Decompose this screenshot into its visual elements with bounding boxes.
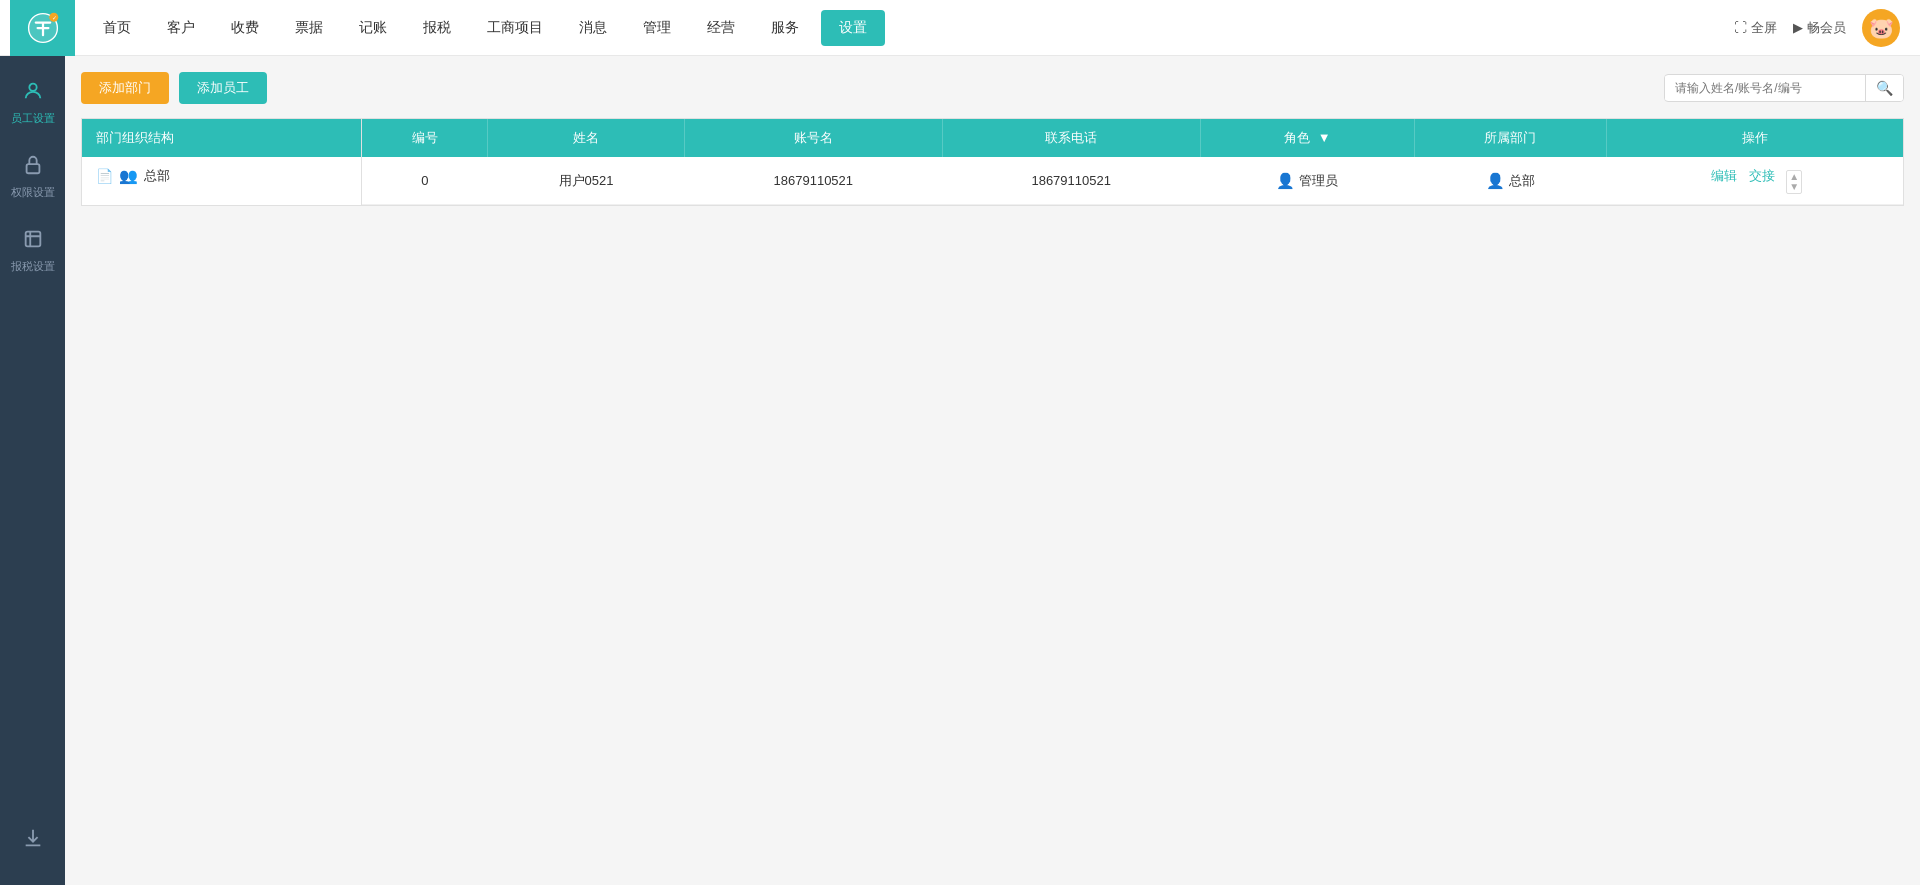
sidebar-item-taxsettings[interactable]: 报税设置 bbox=[0, 214, 65, 288]
cell-id: 0 bbox=[362, 157, 488, 205]
svg-rect-3 bbox=[26, 164, 39, 173]
dept-tree-header: 部门组织结构 bbox=[82, 119, 361, 157]
add-emp-button[interactable]: 添加员工 bbox=[179, 72, 267, 104]
edit-button[interactable]: 编辑 bbox=[1711, 168, 1737, 183]
fullscreen-icon: ⛶ bbox=[1734, 20, 1747, 35]
filter-icon[interactable]: ▼ bbox=[1318, 130, 1331, 145]
user-avatar[interactable]: 🐷 bbox=[1862, 9, 1900, 47]
logo: ✓ bbox=[10, 0, 75, 56]
search-input[interactable] bbox=[1665, 76, 1865, 100]
role-icon: 👤 bbox=[1276, 172, 1295, 190]
sidebar-item-permission[interactable]: 权限设置 bbox=[0, 140, 65, 214]
toolbar: 添加部门 添加员工 🔍 bbox=[81, 72, 1904, 104]
nav-business[interactable]: 工商项目 bbox=[469, 0, 561, 56]
vip-label: 畅会员 bbox=[1807, 19, 1846, 37]
col-phone: 联系电话 bbox=[942, 119, 1200, 157]
nav-tax[interactable]: 报税 bbox=[405, 0, 469, 56]
nav-service[interactable]: 服务 bbox=[753, 0, 817, 56]
nav-settings[interactable]: 设置 bbox=[821, 10, 885, 46]
cell-role: 👤 管理员 bbox=[1200, 157, 1414, 205]
transfer-button[interactable]: 交接 bbox=[1749, 168, 1775, 183]
nav-manage[interactable]: 管理 bbox=[625, 0, 689, 56]
employee-table: 编号 姓名 账号名 联系电话 角色 ▼ 所属部门 操作 bbox=[362, 119, 1903, 205]
dept-user-icon: 👥 bbox=[119, 167, 138, 185]
cell-account: 18679110521 bbox=[684, 157, 942, 205]
dept-icon: 👤 bbox=[1486, 172, 1505, 190]
table-header-row: 编号 姓名 账号名 联系电话 角色 ▼ 所属部门 操作 bbox=[362, 119, 1903, 157]
sidebar-employee-label: 员工设置 bbox=[11, 111, 55, 126]
sidebar-taxsettings-label: 报税设置 bbox=[11, 259, 55, 274]
col-id: 编号 bbox=[362, 119, 488, 157]
nav-message[interactable]: 消息 bbox=[561, 0, 625, 56]
nav-home[interactable]: 首页 bbox=[85, 0, 149, 56]
cell-ops: 编辑 交接 ▲▼ bbox=[1606, 157, 1903, 205]
fullscreen-label: 全屏 bbox=[1751, 19, 1777, 37]
col-role: 角色 ▼ bbox=[1200, 119, 1414, 157]
nav-right: ⛶ 全屏 ▶ 畅会员 🐷 bbox=[1734, 9, 1910, 47]
col-account: 账号名 bbox=[684, 119, 942, 157]
add-dept-button[interactable]: 添加部门 bbox=[81, 72, 169, 104]
vip-button[interactable]: ▶ 畅会员 bbox=[1793, 19, 1846, 37]
svg-point-2 bbox=[29, 84, 36, 91]
col-name: 姓名 bbox=[488, 119, 685, 157]
sort-arrows[interactable]: ▲▼ bbox=[1786, 170, 1802, 194]
col-dept: 所属部门 bbox=[1414, 119, 1606, 157]
svg-rect-4 bbox=[25, 232, 40, 247]
nav-customer[interactable]: 客户 bbox=[149, 0, 213, 56]
sidebar-bottom bbox=[22, 813, 44, 885]
search-button[interactable]: 🔍 bbox=[1865, 75, 1903, 101]
dept-name: 总部 bbox=[144, 167, 170, 185]
sidebar-permission-label: 权限设置 bbox=[11, 185, 55, 200]
nav-operation[interactable]: 经营 bbox=[689, 0, 753, 56]
dept-tree-item-headquarters[interactable]: 📄 👥 总部 bbox=[82, 157, 361, 195]
cell-name: 用户0521 bbox=[488, 157, 685, 205]
col-ops: 操作 bbox=[1606, 119, 1903, 157]
layout: 员工设置 权限设置 报税设置 bbox=[0, 56, 1920, 885]
permission-icon bbox=[22, 154, 44, 181]
dept-label: 总部 bbox=[1509, 172, 1535, 190]
nav-billing[interactable]: 收费 bbox=[213, 0, 277, 56]
cell-dept: 👤 总部 bbox=[1414, 157, 1606, 205]
download-icon bbox=[22, 827, 44, 851]
vip-icon: ▶ bbox=[1793, 20, 1803, 35]
employee-icon bbox=[22, 80, 44, 107]
main-nav: 首页 客户 收费 票据 记账 报税 工商项目 消息 管理 经营 服务 设置 bbox=[85, 0, 1734, 56]
table-row: 0 用户0521 18679110521 18679110521 👤 管理员 bbox=[362, 157, 1903, 205]
nav-accounting[interactable]: 记账 bbox=[341, 0, 405, 56]
search-bar: 🔍 bbox=[1664, 74, 1904, 102]
svg-text:✓: ✓ bbox=[51, 13, 56, 20]
cell-phone: 18679110521 bbox=[942, 157, 1200, 205]
content-area: 部门组织结构 📄 👥 总部 编号 姓名 账号名 联系电话 bbox=[81, 118, 1904, 206]
avatar-icon: 🐷 bbox=[1869, 16, 1894, 40]
sidebar-item-employee[interactable]: 员工设置 bbox=[0, 66, 65, 140]
nav-invoice[interactable]: 票据 bbox=[277, 0, 341, 56]
role-label: 管理员 bbox=[1299, 172, 1338, 190]
dept-tree: 部门组织结构 📄 👥 总部 bbox=[82, 119, 362, 205]
sidebar-download[interactable] bbox=[22, 813, 44, 865]
search-icon: 🔍 bbox=[1876, 80, 1893, 96]
fullscreen-button[interactable]: ⛶ 全屏 bbox=[1734, 19, 1777, 37]
top-nav: ✓ 首页 客户 收费 票据 记账 报税 工商项目 消息 管理 经营 服务 设置 … bbox=[0, 0, 1920, 56]
sidebar: 员工设置 权限设置 报税设置 bbox=[0, 56, 65, 885]
main-content: 添加部门 添加员工 🔍 部门组织结构 📄 👥 总部 bbox=[65, 56, 1920, 885]
file-icon: 📄 bbox=[96, 168, 113, 184]
emp-table: 编号 姓名 账号名 联系电话 角色 ▼ 所属部门 操作 bbox=[362, 119, 1903, 205]
taxsettings-icon bbox=[22, 228, 44, 255]
